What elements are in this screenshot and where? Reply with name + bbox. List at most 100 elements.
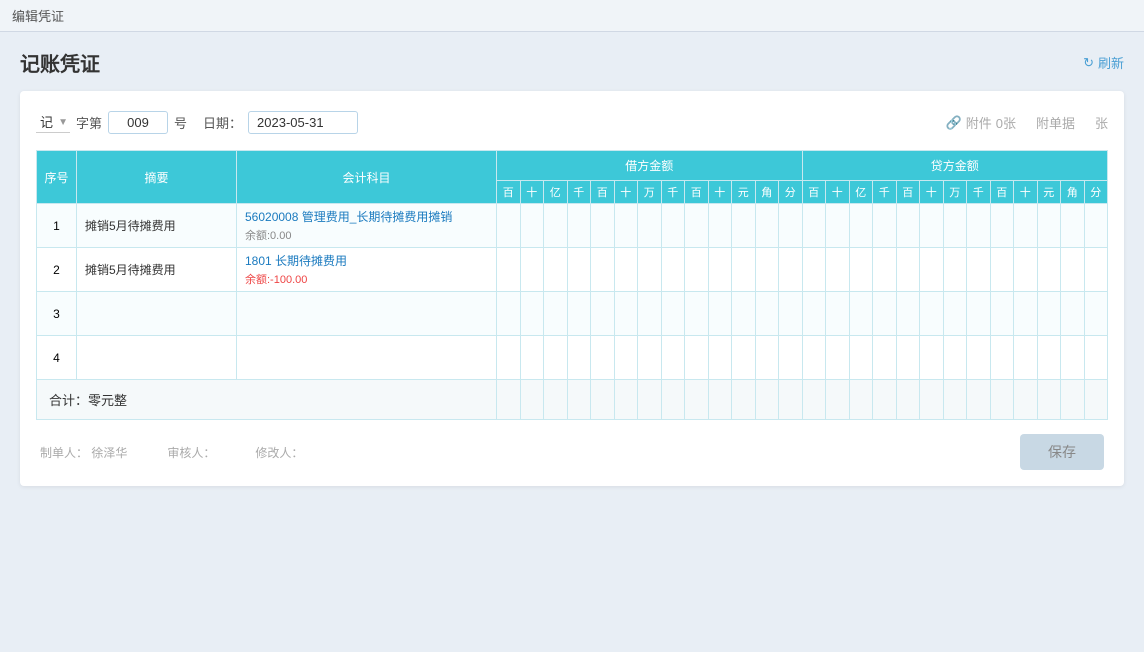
row2-d13[interactable] xyxy=(779,248,803,292)
row1-c6[interactable] xyxy=(920,204,944,248)
row2-d4[interactable] xyxy=(567,248,591,292)
row4-d3[interactable] xyxy=(544,336,568,380)
row3-d1[interactable] xyxy=(497,292,521,336)
row1-d2[interactable] xyxy=(520,204,544,248)
row3-d11[interactable] xyxy=(732,292,756,336)
row4-c11[interactable] xyxy=(1037,336,1061,380)
voucher-number-input[interactable] xyxy=(108,111,168,134)
row4-c6[interactable] xyxy=(920,336,944,380)
row2-d3[interactable] xyxy=(544,248,568,292)
row4-d9[interactable] xyxy=(685,336,709,380)
row2-summary[interactable]: 摊销5月待摊费用 xyxy=(77,248,237,292)
row1-c1[interactable] xyxy=(802,204,826,248)
row1-subject[interactable]: 56020008 管理费用_长期待摊费用摊销 余额:0.00 xyxy=(237,204,497,248)
row1-c13[interactable] xyxy=(1084,204,1108,248)
row1-c3[interactable] xyxy=(849,204,873,248)
row1-c11[interactable] xyxy=(1037,204,1061,248)
row4-subject[interactable] xyxy=(237,336,497,380)
row4-c10[interactable] xyxy=(1014,336,1038,380)
row1-d8[interactable] xyxy=(661,204,685,248)
row4-c5[interactable] xyxy=(896,336,920,380)
row2-d10[interactable] xyxy=(708,248,732,292)
row1-d5[interactable] xyxy=(591,204,615,248)
row4-c2[interactable] xyxy=(826,336,850,380)
row2-c7[interactable] xyxy=(943,248,967,292)
row4-d5[interactable] xyxy=(591,336,615,380)
row3-subject[interactable] xyxy=(237,292,497,336)
row2-d12[interactable] xyxy=(755,248,779,292)
row3-c10[interactable] xyxy=(1014,292,1038,336)
row1-d10[interactable] xyxy=(708,204,732,248)
row1-d13[interactable] xyxy=(779,204,803,248)
row3-c12[interactable] xyxy=(1061,292,1085,336)
row3-d4[interactable] xyxy=(567,292,591,336)
row1-d1[interactable] xyxy=(497,204,521,248)
row4-d7[interactable] xyxy=(638,336,662,380)
attach-single-button[interactable]: 附单据 xyxy=(1036,113,1075,132)
row4-c4[interactable] xyxy=(873,336,897,380)
row2-d8[interactable] xyxy=(661,248,685,292)
row2-d5[interactable] xyxy=(591,248,615,292)
row4-c1[interactable] xyxy=(802,336,826,380)
row1-c5[interactable] xyxy=(896,204,920,248)
row3-d8[interactable] xyxy=(661,292,685,336)
row3-c8[interactable] xyxy=(967,292,991,336)
save-button[interactable]: 保存 xyxy=(1020,434,1104,470)
row1-d11[interactable] xyxy=(732,204,756,248)
row3-d13[interactable] xyxy=(779,292,803,336)
date-input[interactable] xyxy=(248,111,358,134)
row4-d4[interactable] xyxy=(567,336,591,380)
row2-d11[interactable] xyxy=(732,248,756,292)
row1-c8[interactable] xyxy=(967,204,991,248)
row4-d6[interactable] xyxy=(614,336,638,380)
row3-c6[interactable] xyxy=(920,292,944,336)
row2-d6[interactable] xyxy=(614,248,638,292)
row3-c4[interactable] xyxy=(873,292,897,336)
row3-d3[interactable] xyxy=(544,292,568,336)
row4-d11[interactable] xyxy=(732,336,756,380)
row2-c6[interactable] xyxy=(920,248,944,292)
row2-c4[interactable] xyxy=(873,248,897,292)
row3-d9[interactable] xyxy=(685,292,709,336)
row3-c13[interactable] xyxy=(1084,292,1108,336)
row1-d7[interactable] xyxy=(638,204,662,248)
row2-d7[interactable] xyxy=(638,248,662,292)
row2-c12[interactable] xyxy=(1061,248,1085,292)
row4-d2[interactable] xyxy=(520,336,544,380)
row1-summary[interactable]: 摊销5月待摊费用 xyxy=(77,204,237,248)
row1-d3[interactable] xyxy=(544,204,568,248)
row2-subject[interactable]: 1801 长期待摊费用 余额:-100.00 xyxy=(237,248,497,292)
row2-d1[interactable] xyxy=(497,248,521,292)
row4-c8[interactable] xyxy=(967,336,991,380)
row1-c10[interactable] xyxy=(1014,204,1038,248)
row1-d9[interactable] xyxy=(685,204,709,248)
row1-c4[interactable] xyxy=(873,204,897,248)
voucher-type-select[interactable]: 记 xyxy=(36,113,70,133)
row2-c8[interactable] xyxy=(967,248,991,292)
row2-c5[interactable] xyxy=(896,248,920,292)
row4-c12[interactable] xyxy=(1061,336,1085,380)
row3-summary[interactable] xyxy=(77,292,237,336)
row3-d7[interactable] xyxy=(638,292,662,336)
row3-d2[interactable] xyxy=(520,292,544,336)
row2-c13[interactable] xyxy=(1084,248,1108,292)
row4-c3[interactable] xyxy=(849,336,873,380)
refresh-button[interactable]: ↻ 刷新 xyxy=(1083,53,1124,72)
row2-c9[interactable] xyxy=(990,248,1014,292)
row3-d12[interactable] xyxy=(755,292,779,336)
row1-d6[interactable] xyxy=(614,204,638,248)
row4-d1[interactable] xyxy=(497,336,521,380)
row3-c3[interactable] xyxy=(849,292,873,336)
row2-c11[interactable] xyxy=(1037,248,1061,292)
row4-c7[interactable] xyxy=(943,336,967,380)
row2-c10[interactable] xyxy=(1014,248,1038,292)
row1-d12[interactable] xyxy=(755,204,779,248)
row3-d10[interactable] xyxy=(708,292,732,336)
row4-c9[interactable] xyxy=(990,336,1014,380)
row3-c2[interactable] xyxy=(826,292,850,336)
row2-d9[interactable] xyxy=(685,248,709,292)
row1-c7[interactable] xyxy=(943,204,967,248)
row3-c1[interactable] xyxy=(802,292,826,336)
row3-c11[interactable] xyxy=(1037,292,1061,336)
row3-c9[interactable] xyxy=(990,292,1014,336)
